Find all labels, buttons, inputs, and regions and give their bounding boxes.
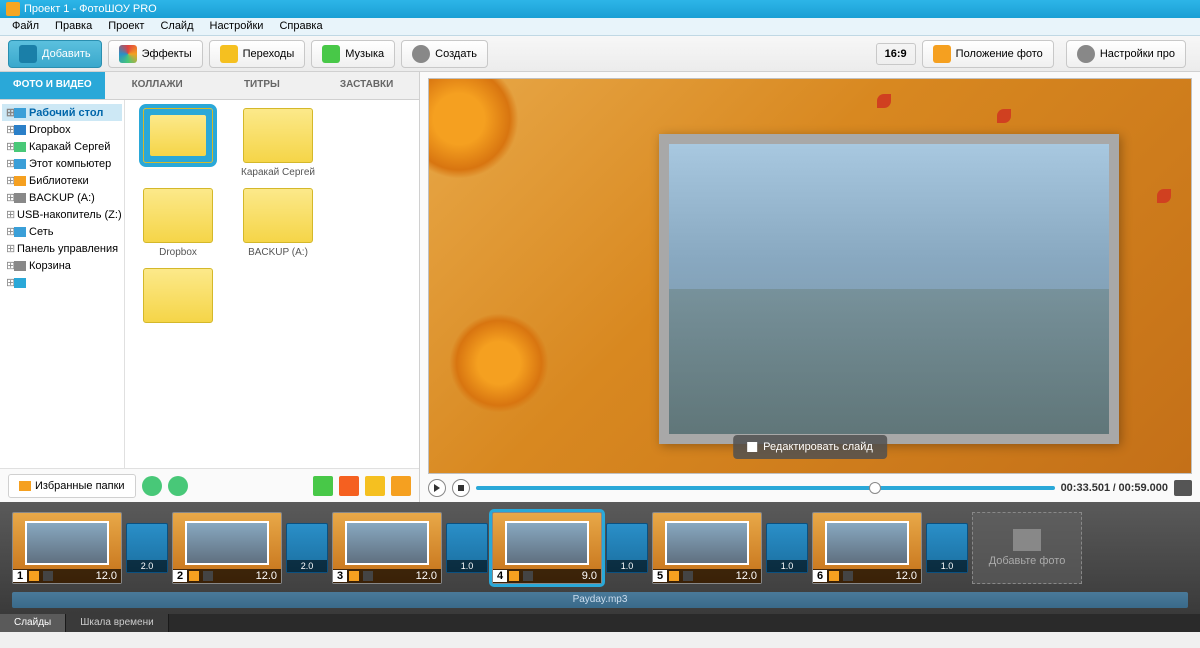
tree-node[interactable]: ⊞Корзина xyxy=(2,257,122,274)
menu-settings[interactable]: Настройки xyxy=(202,18,272,35)
transition-item[interactable]: 1.0 xyxy=(766,523,808,573)
tree-node[interactable]: ⊞Dropbox xyxy=(2,121,122,138)
photo-icon xyxy=(933,45,951,63)
timeline-slide[interactable]: 312.0 xyxy=(332,512,442,584)
audio-track[interactable]: Payday.mp3 xyxy=(12,592,1188,608)
tab-photo-video[interactable]: ФОТО И ВИДЕО xyxy=(0,72,105,100)
leaf-decoration xyxy=(449,313,549,413)
transition-item[interactable]: 1.0 xyxy=(926,523,968,573)
tree-node[interactable]: ⊞ xyxy=(2,274,122,291)
transition-item[interactable]: 2.0 xyxy=(286,523,328,573)
timeline-tabs: Слайды Шкала времени xyxy=(0,614,1200,632)
note-icon xyxy=(322,45,340,63)
left-pane: ФОТО И ВИДЕО КОЛЛАЖИ ТИТРЫ ЗАСТАВКИ ⊞Раб… xyxy=(0,72,420,502)
seek-bar[interactable] xyxy=(476,486,1055,490)
app-icon xyxy=(6,2,20,16)
tree-node[interactable]: ⊞Рабочий стол xyxy=(2,104,122,121)
tree-node[interactable]: ⊞Этот компьютер xyxy=(2,155,122,172)
tree-node[interactable]: ⊞Панель управления xyxy=(2,240,122,257)
browser-toolbar: Избранные папки xyxy=(0,468,419,502)
tab-titles[interactable]: ТИТРЫ xyxy=(210,72,315,100)
petal-decoration xyxy=(997,109,1011,123)
music-button[interactable]: Музыка xyxy=(311,40,395,68)
timeline-slide[interactable]: 512.0 xyxy=(652,512,762,584)
position-button[interactable]: Положение фото xyxy=(922,40,1054,68)
edit-slide-button[interactable]: Редактировать слайд xyxy=(733,435,887,459)
toolbar: Добавить Эффекты Переходы Музыка Создать… xyxy=(0,36,1200,72)
folder-item[interactable] xyxy=(133,108,223,178)
nav-back-icon[interactable] xyxy=(142,476,162,496)
star-icon xyxy=(220,45,238,63)
transition-item[interactable]: 1.0 xyxy=(446,523,488,573)
menu-project[interactable]: Проект xyxy=(100,18,152,35)
gear-icon xyxy=(1077,45,1095,63)
timeline-slide[interactable]: 112.0 xyxy=(12,512,122,584)
stop-icon xyxy=(458,485,464,491)
open-icon[interactable] xyxy=(391,476,411,496)
folder-item[interactable]: Dropbox xyxy=(133,188,223,258)
timeline: 112.02.0212.02.0312.01.049.01.0512.01.06… xyxy=(0,502,1200,614)
tree-node[interactable]: ⊞Библиотеки xyxy=(2,172,122,189)
folder-tree[interactable]: ⊞Рабочий стол⊞Dropbox⊞Каракай Сергей⊞Это… xyxy=(0,100,125,468)
folder-item[interactable] xyxy=(133,268,223,327)
tree-node[interactable]: ⊞BACKUP (A:) xyxy=(2,189,122,206)
tree-node[interactable]: ⊞Каракай Сергей xyxy=(2,138,122,155)
palette-icon xyxy=(119,45,137,63)
tree-node[interactable]: ⊞Сеть xyxy=(2,223,122,240)
menu-bar: Файл Правка Проект Слайд Настройки Справ… xyxy=(0,18,1200,36)
timeline-slide[interactable]: 212.0 xyxy=(172,512,282,584)
tree-node[interactable]: ⊞USB-накопитель (Z:) xyxy=(2,206,122,223)
tab-intros[interactable]: ЗАСТАВКИ xyxy=(314,72,419,100)
menu-slide[interactable]: Слайд xyxy=(152,18,201,35)
tab-collages[interactable]: КОЛЛАЖИ xyxy=(105,72,210,100)
aspect-ratio[interactable]: 16:9 xyxy=(876,43,916,65)
petal-decoration xyxy=(877,94,891,108)
favorites-button[interactable]: Избранные папки xyxy=(8,474,136,498)
transition-item[interactable]: 2.0 xyxy=(126,523,168,573)
petal-decoration xyxy=(1157,189,1171,203)
pencil-icon xyxy=(747,442,757,452)
source-tabs: ФОТО И ВИДЕО КОЛЛАЖИ ТИТРЫ ЗАСТАВКИ xyxy=(0,72,419,100)
camera-icon xyxy=(19,45,37,63)
window-title: Проект 1 - ФотоШОУ PRO xyxy=(24,3,157,15)
menu-file[interactable]: Файл xyxy=(4,18,47,35)
menu-edit[interactable]: Правка xyxy=(47,18,100,35)
play-button[interactable] xyxy=(428,479,446,497)
create-button[interactable]: Создать xyxy=(401,40,488,68)
leaf-decoration xyxy=(428,78,519,179)
preview-canvas[interactable]: Редактировать слайд xyxy=(428,78,1192,474)
tab-timescale[interactable]: Шкала времени xyxy=(66,614,168,632)
slide-strip[interactable]: 112.02.0212.02.0312.01.049.01.0512.01.06… xyxy=(12,510,1188,586)
play-icon xyxy=(434,484,440,492)
add-slide-button[interactable]: Добавьте фото xyxy=(972,512,1082,584)
transition-item[interactable]: 1.0 xyxy=(606,523,648,573)
timecode: 00:33.501 / 00:59.000 xyxy=(1061,482,1168,494)
effects-button[interactable]: Эффекты xyxy=(108,40,203,68)
disc-icon xyxy=(412,45,430,63)
snapshot-button[interactable] xyxy=(1174,480,1192,496)
photo-frame[interactable] xyxy=(659,134,1119,444)
folder-item[interactable]: Каракай Сергей xyxy=(233,108,323,178)
folder-item[interactable]: BACKUP (A:) xyxy=(233,188,323,258)
preview-pane: Редактировать слайд 00:33.501 / 00:59.00… xyxy=(420,72,1200,502)
tab-slides[interactable]: Слайды xyxy=(0,614,66,632)
stop-button[interactable] xyxy=(452,479,470,497)
seek-handle[interactable] xyxy=(869,482,881,494)
refresh-icon[interactable] xyxy=(365,476,385,496)
settings-button[interactable]: Настройки про xyxy=(1066,40,1186,68)
transitions-button[interactable]: Переходы xyxy=(209,40,306,68)
main-area: ФОТО И ВИДЕО КОЛЛАЖИ ТИТРЫ ЗАСТАВКИ ⊞Раб… xyxy=(0,72,1200,502)
menu-help[interactable]: Справка xyxy=(271,18,330,35)
timeline-slide[interactable]: 49.0 xyxy=(492,512,602,584)
timeline-slide[interactable]: 612.0 xyxy=(812,512,922,584)
download-icon[interactable] xyxy=(313,476,333,496)
nav-forward-icon[interactable] xyxy=(168,476,188,496)
add-button[interactable]: Добавить xyxy=(8,40,102,68)
playback-controls: 00:33.501 / 00:59.000 xyxy=(428,474,1192,502)
file-browser: ⊞Рабочий стол⊞Dropbox⊞Каракай Сергей⊞Это… xyxy=(0,100,419,468)
folder-grid: Каракай СергейDropboxBACKUP (A:) xyxy=(125,100,419,468)
folder-icon xyxy=(19,481,31,491)
home-icon[interactable] xyxy=(339,476,359,496)
title-bar: Проект 1 - ФотоШОУ PRO xyxy=(0,0,1200,18)
